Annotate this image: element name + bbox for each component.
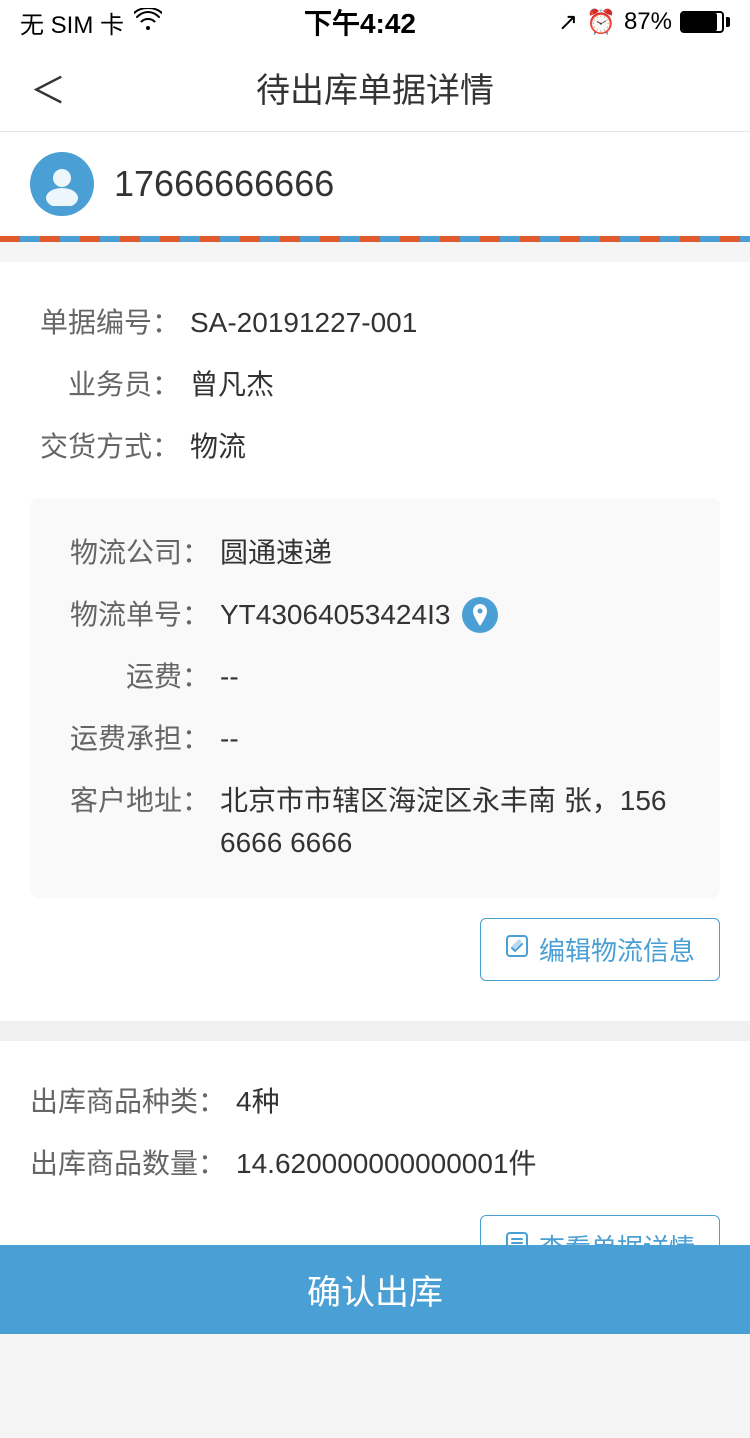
alarm-icon: ⏰ xyxy=(586,8,616,37)
product-types-value: 4种 xyxy=(236,1081,720,1123)
carrier-label: 无 SIM 卡 xyxy=(20,5,124,40)
edit-logistics-button[interactable]: 编辑物流信息 xyxy=(480,918,720,981)
battery-icon xyxy=(680,11,730,33)
delivery-method-row: 交货方式： 物流 xyxy=(30,416,720,478)
section-separator xyxy=(0,1021,750,1041)
logistics-company-value: 圆通速递 xyxy=(220,532,690,574)
freight-bearer-row: 运费承担： -- xyxy=(60,708,690,770)
product-quantity-label: 出库商品数量： xyxy=(30,1143,236,1185)
document-number-value: SA-20191227-001 xyxy=(190,302,720,344)
sales-person-label: 业务员： xyxy=(30,364,190,406)
avatar xyxy=(30,152,94,216)
user-phone: 17666666666 xyxy=(114,163,334,205)
address-row: 客户地址： 北京市市辖区海淀区永丰南 张，156 6666 6666 xyxy=(60,770,690,874)
wifi-icon xyxy=(134,8,162,37)
product-types-label: 出库商品种类： xyxy=(30,1081,236,1123)
battery-percent: 87% xyxy=(624,8,672,36)
tracking-number-row: 物流单号： YT43064053424I3 xyxy=(60,584,690,646)
edit-btn-container: 编辑物流信息 xyxy=(30,898,720,991)
freight-value: -- xyxy=(220,656,690,698)
status-time: 下午4:42 xyxy=(304,2,416,42)
tracking-number-label: 物流单号： xyxy=(60,594,220,636)
order-info-section: 单据编号： SA-20191227-001 业务员： 曾凡杰 交货方式： 物流 … xyxy=(0,262,750,1021)
user-header: 17666666666 xyxy=(0,132,750,236)
product-types-row: 出库商品种类： 4种 xyxy=(30,1071,720,1133)
status-left: 无 SIM 卡 xyxy=(20,5,162,40)
nav-bar: ＜ 待出库单据详情 xyxy=(0,44,750,132)
back-button[interactable]: ＜ xyxy=(30,62,66,114)
document-number-row: 单据编号： SA-20191227-001 xyxy=(30,292,720,354)
address-label: 客户地址： xyxy=(60,780,220,822)
status-right: ↗ ⏰ 87% xyxy=(558,8,730,37)
edit-logistics-label: 编辑物流信息 xyxy=(539,931,695,968)
product-quantity-row: 出库商品数量： 14.620000000000001件 xyxy=(30,1133,720,1195)
bottom-spacer xyxy=(0,1318,750,1438)
map-location-icon[interactable] xyxy=(462,597,498,633)
confirm-outbound-button[interactable]: 确认出库 xyxy=(307,1265,443,1314)
document-number-label: 单据编号： xyxy=(30,302,190,344)
dashed-divider xyxy=(0,236,750,242)
edit-icon xyxy=(505,934,529,965)
delivery-method-label: 交货方式： xyxy=(30,426,190,468)
address-value: 北京市市辖区海淀区永丰南 张，156 6666 6666 xyxy=(220,780,690,864)
logistics-company-row: 物流公司： 圆通速递 xyxy=(60,522,690,584)
tracking-number-value: YT43064053424I3 xyxy=(220,594,690,636)
delivery-method-value: 物流 xyxy=(190,426,720,468)
sales-person-value: 曾凡杰 xyxy=(190,364,720,406)
confirm-btn-area: 确认出库 xyxy=(0,1245,750,1334)
freight-bearer-value: -- xyxy=(220,718,690,760)
logistics-company-label: 物流公司： xyxy=(60,532,220,574)
product-quantity-value: 14.620000000000001件 xyxy=(236,1143,720,1185)
freight-label: 运费： xyxy=(60,656,220,698)
page-title: 待出库单据详情 xyxy=(256,63,494,112)
sales-person-row: 业务员： 曾凡杰 xyxy=(30,354,720,416)
status-bar: 无 SIM 卡 下午4:42 ↗ ⏰ 87% xyxy=(0,0,750,44)
freight-bearer-label: 运费承担： xyxy=(60,718,220,760)
location-status-icon: ↗ xyxy=(558,8,578,37)
logistics-card: 物流公司： 圆通速递 物流单号： YT43064053424I3 运费： -- … xyxy=(30,498,720,898)
freight-row: 运费： -- xyxy=(60,646,690,708)
